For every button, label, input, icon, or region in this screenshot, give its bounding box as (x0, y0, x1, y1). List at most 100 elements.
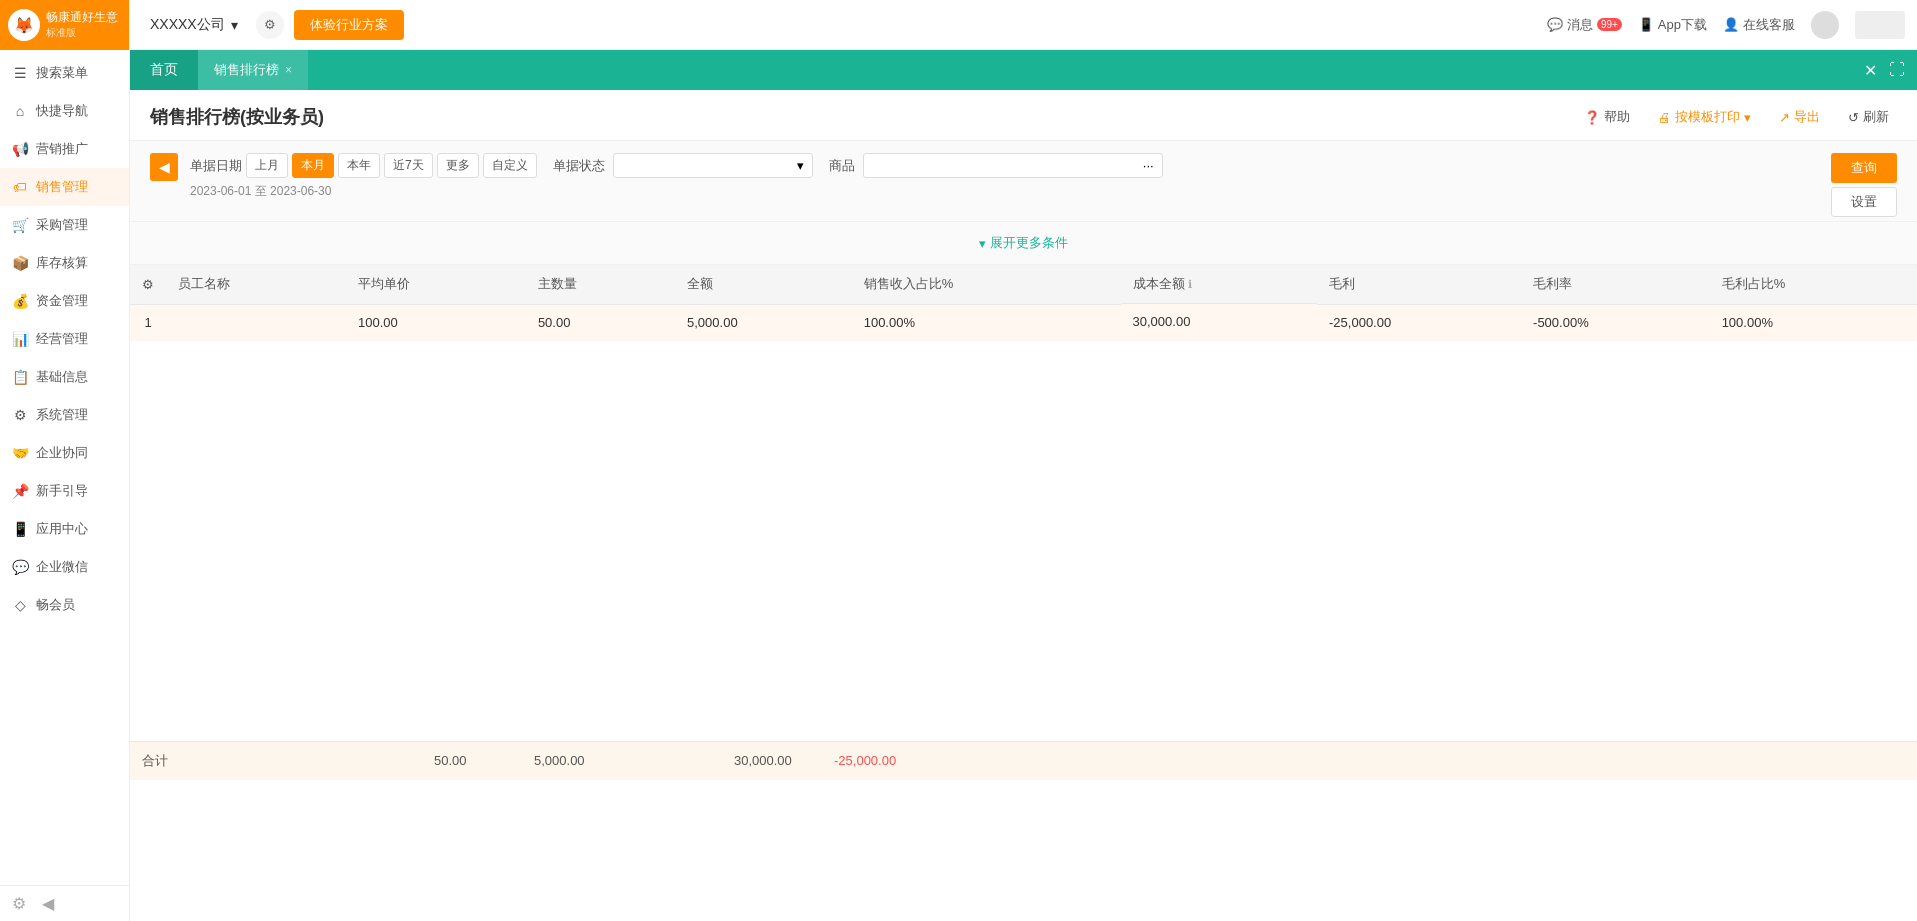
trial-button[interactable]: 体验行业方案 (294, 10, 404, 40)
sidebar-item-label: 企业微信 (36, 558, 88, 576)
tab-label: 销售排行榜 (214, 61, 279, 79)
expand-label: 展开更多条件 (990, 234, 1068, 252)
sidebar: 🦊 畅康通好生意 标准版 ☰ 搜索菜单 ⌂ 快捷导航 📢 营销推广 🏷 销售管理… (0, 0, 130, 921)
th-amount: 全额 (675, 265, 852, 304)
date-more-button[interactable]: 更多 (437, 153, 479, 178)
date-buttons-row: 单据日期 上月 本月 本年 近7天 更多 自定义 (190, 153, 537, 178)
tab-sales-ranking[interactable]: 销售排行榜 × (198, 50, 308, 90)
user-avatar[interactable] (1811, 11, 1839, 39)
sidebar-item-search[interactable]: ☰ 搜索菜单 (0, 54, 129, 92)
goods-filter-group: 商品 ··· (829, 153, 1163, 178)
help-icon: ❓ (1584, 110, 1600, 125)
sidebar-bottom: ⚙ ◀ (0, 885, 129, 921)
download-icon: 📱 (1638, 17, 1654, 32)
logo-name: 畅康通好生意 (46, 10, 118, 26)
guide-icon: 📌 (12, 483, 28, 499)
gear-button[interactable]: ⚙ (256, 11, 284, 39)
msg-label: 消息 (1567, 16, 1593, 34)
app-download-button[interactable]: 📱 App下载 (1638, 16, 1707, 34)
export-button[interactable]: ↗ 导出 (1771, 104, 1828, 130)
sidebar-item-appcenter[interactable]: 📱 应用中心 (0, 510, 129, 548)
tab-close-all-icon[interactable]: ✕ (1860, 57, 1881, 84)
sidebar-item-finance[interactable]: 💰 资金管理 (0, 282, 129, 320)
footer-cost: 30,000.00 (722, 753, 822, 768)
date-this-month-button[interactable]: 本月 (292, 153, 334, 178)
footer-total-label: 合计 (142, 753, 168, 768)
sidebar-item-wechat[interactable]: 💬 企业微信 (0, 548, 129, 586)
sidebar-item-system[interactable]: ⚙ 系统管理 (0, 396, 129, 434)
th-profit-rate: 毛利率 (1521, 265, 1710, 304)
sidebar-item-label: 营销推广 (36, 140, 88, 158)
company-name: XXXXX公司 (150, 16, 225, 34)
date-custom-button[interactable]: 自定义 (483, 153, 537, 178)
marketing-icon: 📢 (12, 141, 28, 157)
sidebar-item-basic-info[interactable]: 📋 基础信息 (0, 358, 129, 396)
sidebar-item-member[interactable]: ◇ 畅会员 (0, 586, 129, 624)
filter-action-buttons: 查询 设置 (1831, 153, 1897, 217)
sidebar-item-guide[interactable]: 📌 新手引导 (0, 472, 129, 510)
sidebar-item-quicknav[interactable]: ⌂ 快捷导航 (0, 92, 129, 130)
company-selector[interactable]: XXXXX公司 ▾ (142, 12, 246, 38)
inventory-icon: 📦 (12, 255, 28, 271)
th-name: 员工名称 (166, 265, 346, 304)
sidebar-item-label: 应用中心 (36, 520, 88, 538)
goods-filter-label: 商品 (829, 157, 855, 175)
finance-icon: 💰 (12, 293, 28, 309)
expand-icon: ▾ (979, 236, 986, 251)
data-table: ⚙ 员工名称 平均单价 主数量 全额 销售收入占比% 成本全额 ℹ 毛利 毛利率… (130, 265, 1917, 341)
expand-conditions-button[interactable]: ▾ 展开更多条件 (979, 228, 1068, 258)
collapse-sidebar-icon[interactable]: ◀ (42, 894, 54, 913)
th-settings[interactable]: ⚙ (130, 265, 166, 304)
service-icon: 👤 (1723, 17, 1739, 32)
collapse-filter-button[interactable]: ◀ (150, 153, 178, 181)
chevron-down-icon: ▾ (231, 17, 238, 33)
td-index: 1 (130, 304, 166, 340)
template-print-button[interactable]: 🖨 按模板打印 ▾ (1650, 104, 1759, 130)
online-service-button[interactable]: 👤 在线客服 (1723, 16, 1795, 34)
page-container: 销售排行榜(按业务员) ❓ 帮助 🖨 按模板打印 ▾ ↗ 导出 (130, 90, 1917, 921)
sidebar-item-marketing[interactable]: 📢 营销推广 (0, 130, 129, 168)
settings-icon[interactable]: ⚙ (12, 894, 26, 913)
query-button[interactable]: 查询 (1831, 153, 1897, 183)
sidebar-item-sales[interactable]: 🏷 销售管理 (0, 168, 129, 206)
tab-home[interactable]: 首页 (130, 50, 198, 90)
sidebar-item-collab[interactable]: 🤝 企业协同 (0, 434, 129, 472)
messages-button[interactable]: 💬 消息 99+ (1547, 16, 1622, 34)
refresh-button[interactable]: ↺ 刷新 (1840, 104, 1897, 130)
date-range-display: 2023-06-01 至 2023-06-30 (190, 183, 537, 200)
sidebar-item-label: 畅会员 (36, 596, 75, 614)
date-prev-month-button[interactable]: 上月 (246, 153, 288, 178)
status-dropdown-icon: ▾ (797, 158, 804, 173)
page-actions: ❓ 帮助 🖨 按模板打印 ▾ ↗ 导出 ↺ 刷新 (1576, 104, 1897, 130)
td-name (166, 304, 346, 340)
help-button[interactable]: ❓ 帮助 (1576, 104, 1638, 130)
sidebar-item-inventory[interactable]: 📦 库存核算 (0, 244, 129, 282)
table-header-row: ⚙ 员工名称 平均单价 主数量 全额 销售收入占比% 成本全额 ℹ 毛利 毛利率… (130, 265, 1917, 304)
tab-expand-icon[interactable]: ⛶ (1885, 57, 1909, 83)
status-filter-group: 单据状态 ▾ (553, 153, 813, 178)
sidebar-item-purchase[interactable]: 🛒 采购管理 (0, 206, 129, 244)
tab-home-label: 首页 (150, 61, 178, 79)
appcenter-icon: 📱 (12, 521, 28, 537)
tab-close-icon[interactable]: × (285, 63, 292, 77)
sidebar-item-label: 采购管理 (36, 216, 88, 234)
sidebar-item-label: 搜索菜单 (36, 64, 88, 82)
date-this-year-button[interactable]: 本年 (338, 153, 380, 178)
sidebar-item-label: 快捷导航 (36, 102, 88, 120)
operations-icon: 📊 (12, 331, 28, 347)
status-select[interactable]: ▾ (613, 153, 813, 178)
cost-info-icon: ℹ (1188, 278, 1192, 291)
settings-button[interactable]: 设置 (1831, 187, 1897, 217)
sidebar-item-operations[interactable]: 📊 经营管理 (0, 320, 129, 358)
sidebar-item-label: 资金管理 (36, 292, 88, 310)
collab-icon: 🤝 (12, 445, 28, 461)
header-right: 💬 消息 99+ 📱 App下载 👤 在线客服 (1547, 11, 1905, 39)
msg-badge: 99+ (1597, 18, 1622, 31)
online-service-label: 在线客服 (1743, 16, 1795, 34)
date-7days-button[interactable]: 近7天 (384, 153, 433, 178)
sidebar-item-label: 库存核算 (36, 254, 88, 272)
footer-label: 合计 (142, 752, 342, 770)
top-header: XXXXX公司 ▾ ⚙ 体验行业方案 💬 消息 99+ 📱 App下载 👤 在线… (130, 0, 1917, 50)
td-avg-price: 100.00 (346, 304, 526, 340)
goods-input[interactable]: ··· (863, 153, 1163, 178)
